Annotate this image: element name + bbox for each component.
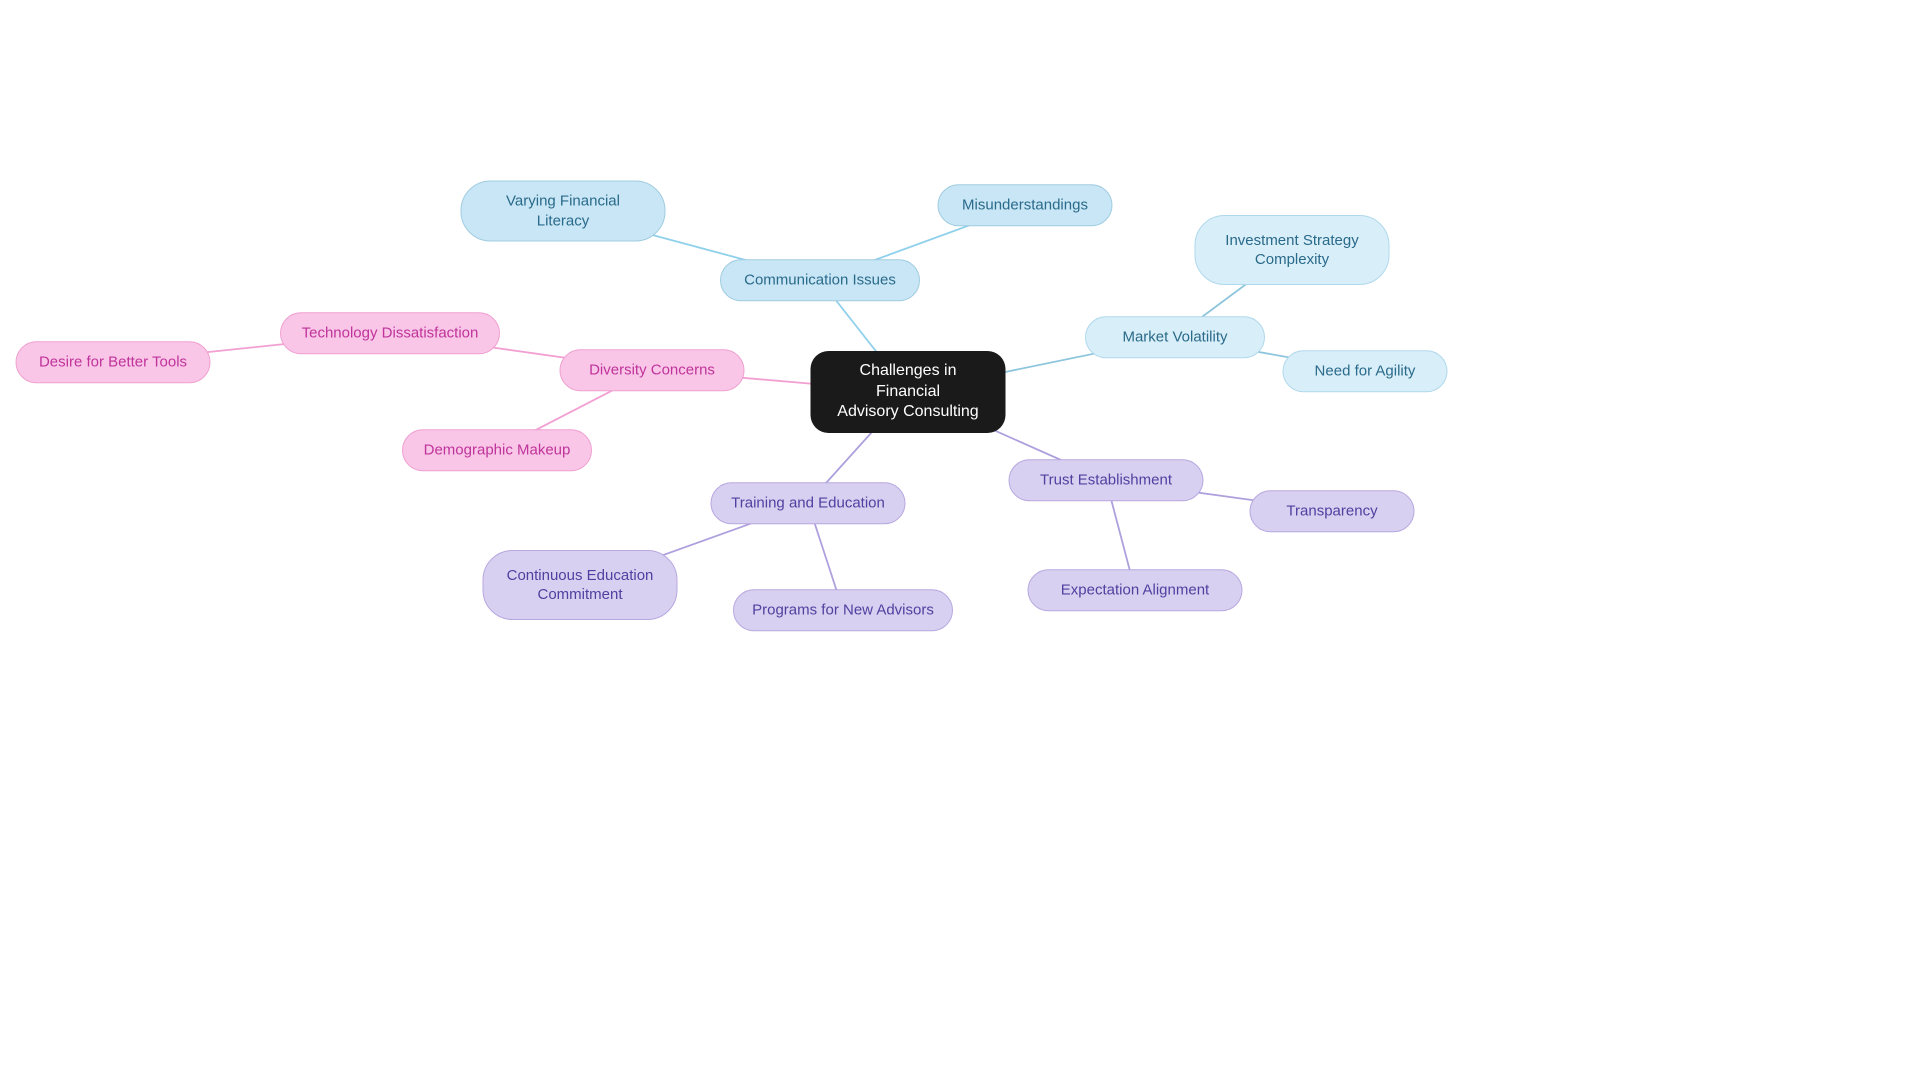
node-desire_for_better_tools: Desire for Better Tools <box>16 341 211 383</box>
node-need_for_agility: Need for Agility <box>1283 350 1448 392</box>
node-diversity_concerns: Diversity Concerns <box>560 349 745 391</box>
node-varying_financial_literacy: Varying Financial Literacy <box>461 181 666 242</box>
node-continuous_education: Continuous Education Commitment <box>483 550 678 620</box>
node-expectation_alignment: Expectation Alignment <box>1028 569 1243 611</box>
node-market_volatility: Market Volatility <box>1085 316 1265 358</box>
node-misunderstandings: Misunderstandings <box>938 184 1113 226</box>
node-technology_dissatisfaction: Technology Dissatisfaction <box>280 312 500 354</box>
node-programs_for_new_advisors: Programs for New Advisors <box>733 589 953 631</box>
node-training_and_education: Training and Education <box>711 482 906 524</box>
node-investment_strategy_complexity: Investment Strategy Complexity <box>1195 215 1390 285</box>
node-center: Challenges in Financial Advisory Consult… <box>811 351 1006 433</box>
node-transparency: Transparency <box>1250 490 1415 532</box>
connections-svg <box>0 0 1920 1083</box>
node-trust_establishment: Trust Establishment <box>1009 459 1204 501</box>
node-demographic_makeup: Demographic Makeup <box>402 429 592 471</box>
mind-map: Challenges in Financial Advisory Consult… <box>0 0 1920 1083</box>
node-communication_issues: Communication Issues <box>720 259 920 301</box>
